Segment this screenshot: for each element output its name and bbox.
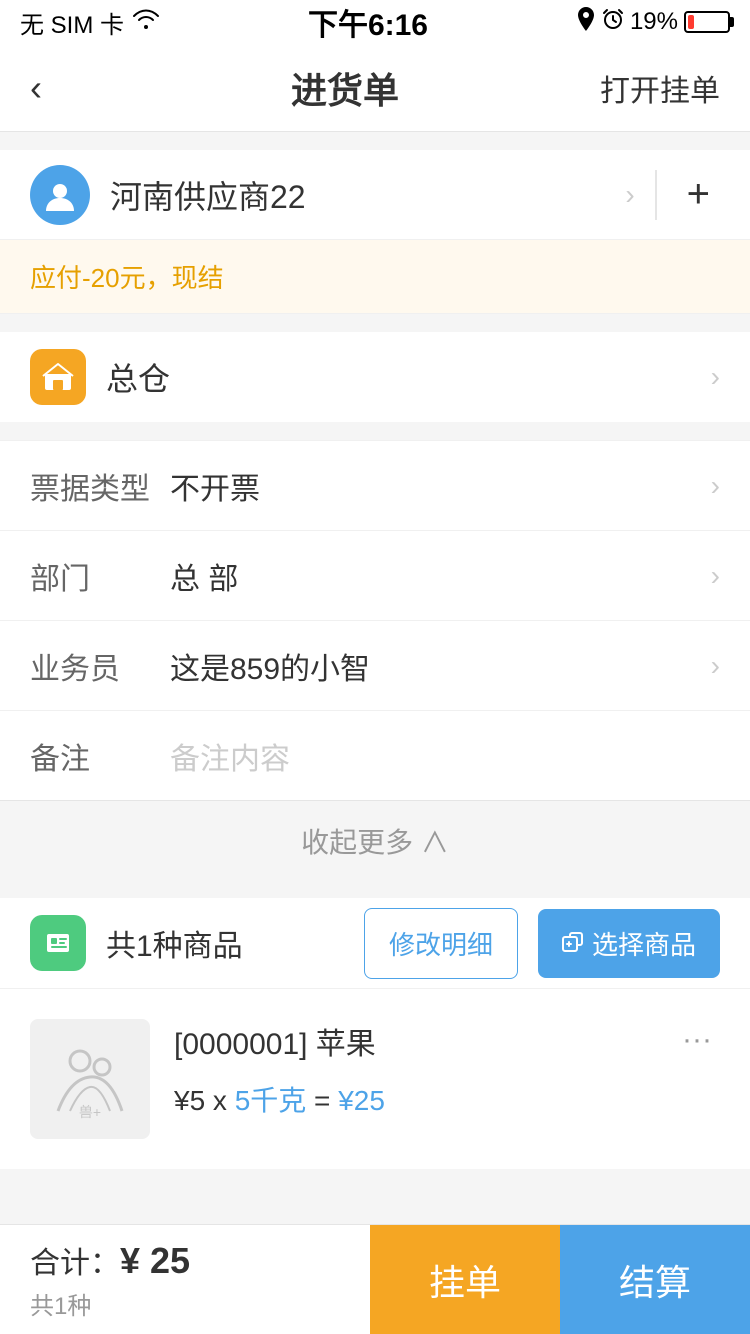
product-count-text: 共1种商品 [106,921,344,965]
equals: = [306,1085,338,1116]
gap-2 [0,314,750,332]
department-value: 总 部 [170,554,711,598]
product-info: [0000001] 苹果 ¥5 x 5千克 = ¥25 [174,1019,650,1139]
notice-text: 应付-20元，现结 [30,263,224,293]
status-bar: 无 SIM 卡 下午6:16 19% [0,0,750,44]
bottom-total: 合计：¥ 25 共1种 [0,1238,370,1321]
warehouse-section: 总仓 › [0,332,750,422]
status-left: 无 SIM 卡 [20,5,160,40]
unit-price: ¥5 x [174,1085,235,1116]
supplier-section: 河南供应商22 › + 应付-20元，现结 [0,150,750,314]
warehouse-name: 总仓 [106,354,711,400]
invoice-label: 票据类型 [30,464,170,508]
remarks-placeholder[interactable]: 备注内容 [170,734,720,778]
invoice-row[interactable]: 票据类型 不开票 › [0,440,750,530]
alarm-icon [602,8,624,37]
back-button[interactable]: ‹ [30,67,90,109]
salesman-label: 业务员 [30,644,170,688]
product-count-icon [30,915,86,971]
svg-text:兽+: 兽+ [79,1104,101,1119]
total-amount: 合计：¥ 25 [30,1238,340,1282]
collapse-bar[interactable]: 收起更多 ∧ [0,800,750,880]
carrier-text: 无 SIM 卡 [20,5,124,40]
status-right: 19% [576,7,730,38]
suspend-button[interactable]: 挂单 [370,1225,560,1334]
battery-percentage: 19% [630,8,678,36]
supplier-avatar [30,165,90,225]
remarks-label: 备注 [30,734,170,778]
gap-1 [0,132,750,150]
department-chevron-icon: › [711,560,720,592]
salesman-value: 这是859的小智 [170,644,711,688]
supplier-row[interactable]: 河南供应商22 › + [0,150,750,240]
product-id: [0000001] [174,1028,316,1061]
wifi-icon [132,8,160,36]
salesman-row[interactable]: 业务员 这是859的小智 › [0,620,750,710]
select-product-button[interactable]: 选择商品 [538,909,720,978]
collapse-label: 收起更多 ∧ [301,821,449,861]
select-product-label: 选择商品 [592,925,696,962]
form-section: 票据类型 不开票 › 部门 总 部 › 业务员 这是859的小智 › 备注 备注… [0,440,750,800]
gap-3 [0,422,750,440]
battery-icon [684,11,730,33]
invoice-value: 不开票 [170,464,711,508]
product-label: 苹果 [316,1028,376,1061]
gap-4 [0,880,750,898]
invoice-chevron-icon: › [711,470,720,502]
warehouse-icon [30,349,86,405]
notice-bar: 应付-20元，现结 [0,240,750,314]
remarks-row[interactable]: 备注 备注内容 [0,710,750,800]
location-icon [576,7,596,38]
supplier-divider [655,170,657,220]
total-count: 共1种 [30,1286,340,1321]
bottom-bar: 合计：¥ 25 共1种 挂单 结算 [0,1224,750,1334]
products-section: 共1种商品 修改明细 选择商品 兽+ [0,898,750,1169]
quantity: 5千克 [235,1085,307,1116]
supplier-name: 河南供应商22 [110,172,625,218]
total-value: ¥ 25 [120,1240,190,1281]
page-title: 进货单 [291,62,399,114]
product-name: [0000001] 苹果 [174,1019,650,1063]
add-button[interactable]: + [677,172,720,217]
total-label: 合计： [30,1247,120,1280]
nav-bar: ‹ 进货单 打开挂单 [0,44,750,132]
product-price: ¥5 x 5千克 = ¥25 [174,1079,650,1119]
department-row[interactable]: 部门 总 部 › [0,530,750,620]
product-thumbnail: 兽+ [30,1019,150,1139]
checkout-button[interactable]: 结算 [560,1225,750,1334]
warehouse-chevron-icon: › [711,361,720,393]
main-content: 河南供应商22 › + 应付-20元，现结 总仓 › 票据类型 [0,132,750,1279]
salesman-chevron-icon: › [711,650,720,682]
supplier-chevron-icon: › [625,179,634,211]
status-time: 下午6:16 [308,0,428,44]
products-header: 共1种商品 修改明细 选择商品 [0,898,750,988]
open-suspend-button[interactable]: 打开挂单 [600,66,720,110]
department-label: 部门 [30,554,170,598]
warehouse-row[interactable]: 总仓 › [0,332,750,422]
product-more-button[interactable]: ··· [674,1019,720,1061]
total-price: ¥25 [338,1085,385,1116]
product-item: 兽+ [0000001] 苹果 ¥5 x 5千克 = ¥25 ··· [0,988,750,1169]
edit-detail-button[interactable]: 修改明细 [364,908,518,979]
